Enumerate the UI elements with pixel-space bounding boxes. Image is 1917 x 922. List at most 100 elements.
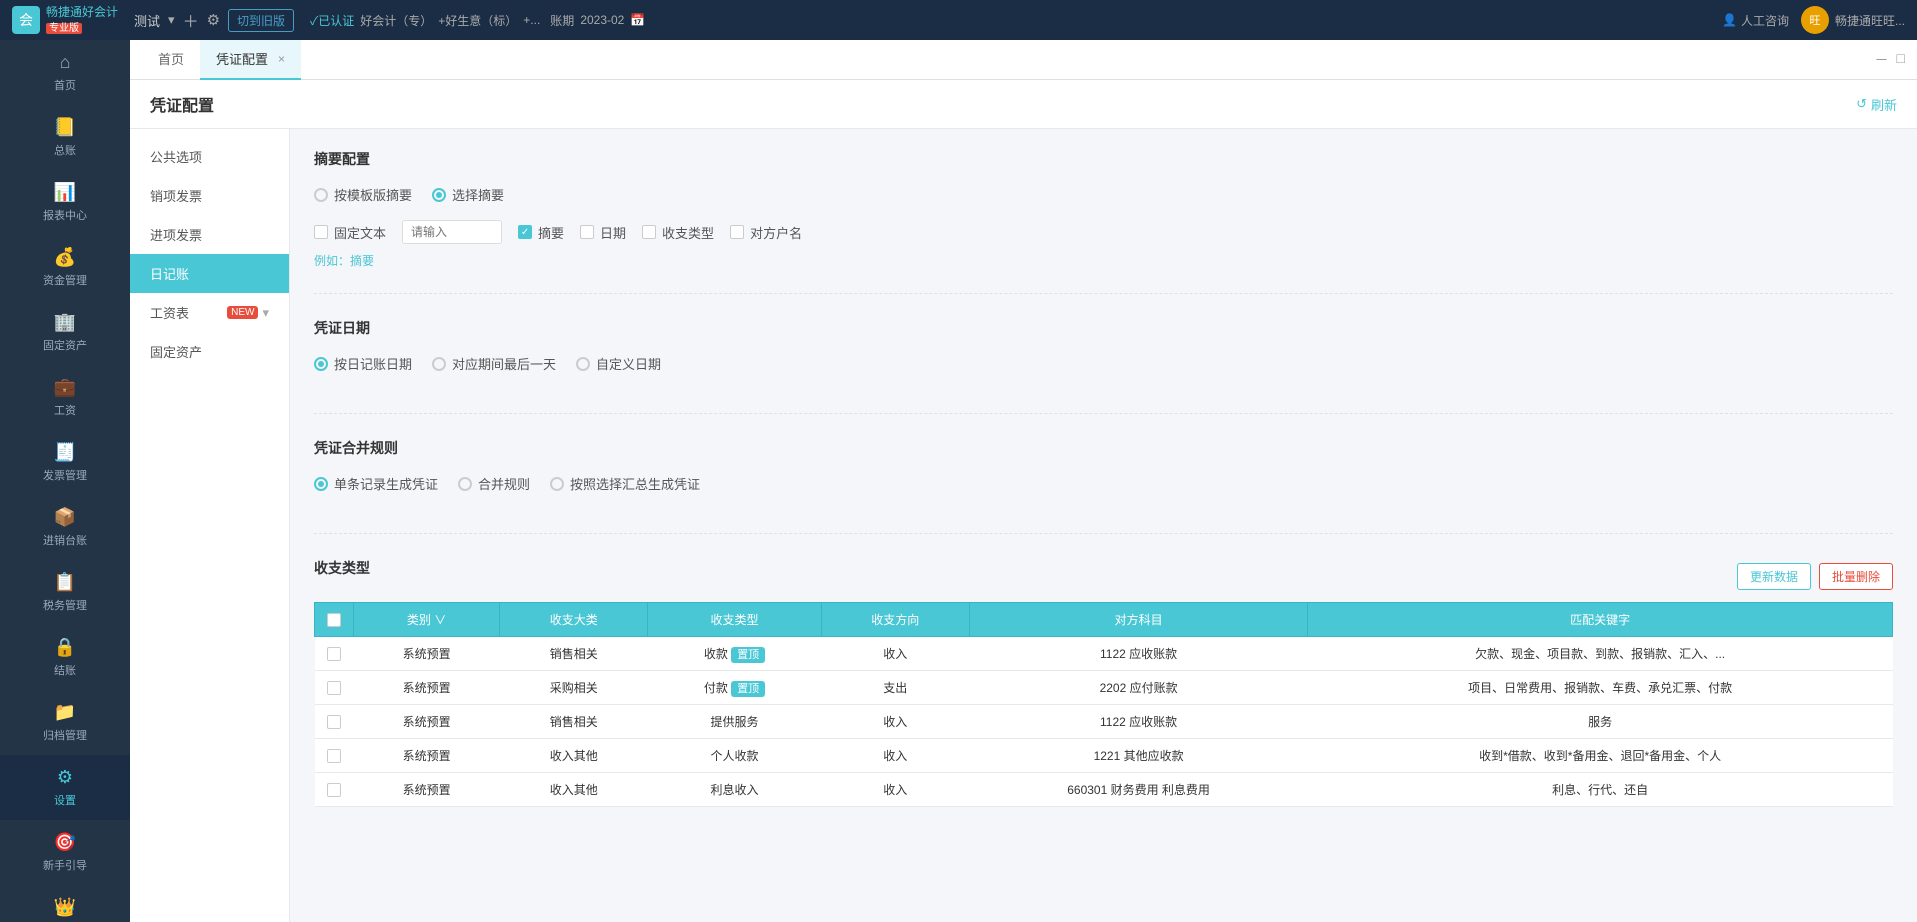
tab-voucher-config[interactable]: 凭证配置 ×: [200, 40, 301, 80]
top-tag-2[interactable]: 置顶: [731, 681, 765, 697]
member-icon: 👑: [54, 897, 76, 918]
top-tag[interactable]: 置顶: [731, 647, 765, 663]
td-keyword: 收到*借款、收到*备用金、退回*备用金、个人: [1308, 739, 1893, 773]
asset-icon: 🏢: [54, 312, 76, 333]
service-label: 人工咨询: [1741, 12, 1789, 29]
topbar-settings-icon[interactable]: ⚙: [207, 11, 220, 29]
left-nav-item-fixed-assets[interactable]: 固定资产: [130, 332, 289, 371]
row-checkbox-3[interactable]: [327, 715, 341, 729]
user-area[interactable]: 旺 畅捷通旺旺...: [1801, 6, 1905, 34]
row-checkbox-2[interactable]: [327, 681, 341, 695]
switch-old-version-button[interactable]: 切到旧版: [228, 9, 294, 32]
example-value: 摘要: [350, 254, 374, 268]
sidebar-item-newbie[interactable]: 🎯 新手引导: [0, 820, 130, 885]
left-nav-item-sales-invoice[interactable]: 销项发票: [130, 176, 289, 215]
sidebar-item-purchase[interactable]: 📦 进销台账: [0, 495, 130, 560]
radio-select-summary[interactable]: 选择摘要: [432, 185, 504, 204]
radio-template-summary[interactable]: 按模板版摘要: [314, 185, 412, 204]
topbar-add-icon[interactable]: ＋: [183, 8, 199, 32]
checkbox-income-type[interactable]: 收支类型: [642, 223, 714, 242]
td-checkbox[interactable]: [315, 705, 354, 739]
td-counter-account: 1122 应收账款: [969, 637, 1307, 671]
sidebar-item-asset[interactable]: 🏢 固定资产: [0, 300, 130, 365]
tab-minimize-button[interactable]: －: [1875, 50, 1889, 70]
td-category: 系统预置: [354, 773, 500, 807]
checkbox-counterparty-box: [730, 225, 744, 239]
tab-home[interactable]: 首页: [142, 40, 200, 80]
left-nav-label-purchase-invoice: 进项发票: [150, 225, 202, 244]
topbar-arrow-icon[interactable]: ▾: [168, 12, 175, 28]
row-checkbox-1[interactable]: [327, 647, 341, 661]
checkbox-counterparty[interactable]: 对方户名: [730, 223, 802, 242]
td-checkbox[interactable]: [315, 773, 354, 807]
table-row: 系统预置 采购相关 付款 置顶 支出 2202 应付账款 项目、日常费用、报销款…: [315, 671, 1893, 705]
checkbox-fixed-text[interactable]: 固定文本: [314, 223, 386, 242]
update-data-button[interactable]: 更新数据: [1737, 563, 1811, 590]
table-row: 系统预置 收入其他 个人收款 收入 1221 其他应收款 收到*借款、收到*备用…: [315, 739, 1893, 773]
right-content: 摘要配置 按模板版摘要 选择摘要: [290, 129, 1917, 922]
user-name: 畅捷通旺旺...: [1835, 12, 1905, 29]
radio-journal-date-circle: [314, 357, 328, 371]
calendar-icon[interactable]: 📅: [630, 13, 645, 27]
checkbox-date[interactable]: 日期: [580, 223, 626, 242]
refresh-button[interactable]: ↺ 刷新: [1856, 95, 1897, 114]
td-type: 付款 置顶: [648, 671, 821, 705]
radio-merge-rule[interactable]: 合并规则: [458, 474, 530, 493]
salary-icon: 💼: [54, 377, 76, 398]
row-checkbox-4[interactable]: [327, 749, 341, 763]
tab-close-icon[interactable]: ×: [278, 52, 285, 66]
left-nav-item-salary-table[interactable]: 工资表 NEW ▾: [130, 293, 289, 332]
radio-single-record[interactable]: 单条记录生成凭证: [314, 474, 438, 493]
checkbox-counterparty-label: 对方户名: [750, 223, 802, 242]
left-nav-item-journal[interactable]: 日记账: [130, 254, 289, 293]
report-icon: 📊: [54, 182, 76, 203]
td-counter-account: 1122 应收账款: [969, 705, 1307, 739]
sidebar-item-close[interactable]: 🔒 结账: [0, 625, 130, 690]
sidebar-item-archive[interactable]: 📁 归档管理: [0, 690, 130, 755]
sidebar-item-invoice[interactable]: 🧾 发票管理: [0, 430, 130, 495]
example-text: 例如：摘要: [314, 252, 1893, 269]
sidebar-item-report[interactable]: 📊 报表中心: [0, 170, 130, 235]
fixed-text-input[interactable]: [402, 220, 502, 244]
batch-delete-button[interactable]: 批量删除: [1819, 563, 1893, 590]
th-checkbox[interactable]: [315, 603, 354, 637]
td-major: 销售相关: [500, 705, 648, 739]
sidebar-label-close: 结账: [54, 662, 76, 678]
page-title: 凭证配置: [150, 92, 214, 116]
sidebar-item-home[interactable]: ⌂ 首页: [0, 40, 130, 105]
td-counter-account: 2202 应付账款: [969, 671, 1307, 705]
sidebar-item-ledger[interactable]: 📒 总账: [0, 105, 130, 170]
app-name: 畅捷通好会计专业版: [46, 5, 118, 34]
td-direction: 收入: [821, 637, 969, 671]
sidebar-item-member[interactable]: 👑 畅会员: [0, 885, 130, 922]
td-counter-account: 660301 财务费用 利息费用: [969, 773, 1307, 807]
left-nav-label-public: 公共选项: [150, 147, 202, 166]
left-nav-item-purchase-invoice[interactable]: 进项发票: [130, 215, 289, 254]
td-checkbox[interactable]: [315, 739, 354, 773]
radio-custom-date[interactable]: 自定义日期: [576, 354, 661, 373]
top-bar-logo: 会 畅捷通好会计专业版: [12, 5, 118, 34]
radio-journal-date[interactable]: 按日记账日期: [314, 354, 412, 373]
sidebar-item-tax[interactable]: 📋 税务管理: [0, 560, 130, 625]
period-label: 账期: [550, 12, 574, 29]
sidebar-label-salary: 工资: [54, 402, 76, 418]
sidebar-item-settings[interactable]: ⚙ 设置: [0, 755, 130, 820]
sidebar-item-fund[interactable]: 💰 资金管理: [0, 235, 130, 300]
sidebar-item-salary[interactable]: 💼 工资: [0, 365, 130, 430]
left-nav-item-public[interactable]: 公共选项: [130, 137, 289, 176]
tab-maximize-button[interactable]: □: [1897, 50, 1905, 70]
radio-select-total[interactable]: 按照选择汇总生成凭证: [550, 474, 700, 493]
td-checkbox[interactable]: [315, 671, 354, 705]
radio-single-record-label: 单条记录生成凭证: [334, 474, 438, 493]
checkbox-date-box: [580, 225, 594, 239]
service-button[interactable]: 👤 人工咨询: [1722, 12, 1789, 29]
row-checkbox-5[interactable]: [327, 783, 341, 797]
user-avatar: 旺: [1801, 6, 1829, 34]
summary-radio-group: 按模板版摘要 选择摘要: [314, 185, 1893, 204]
voucher-merge-radio-group: 单条记录生成凭证 合并规则 按照选择汇总生成凭证: [314, 474, 1893, 493]
th-checkbox-box[interactable]: [327, 613, 341, 627]
checkbox-summary[interactable]: ✓ 摘要: [518, 223, 564, 242]
settings-icon: ⚙: [57, 767, 73, 788]
radio-period-last[interactable]: 对应期间最后一天: [432, 354, 556, 373]
td-checkbox[interactable]: [315, 637, 354, 671]
